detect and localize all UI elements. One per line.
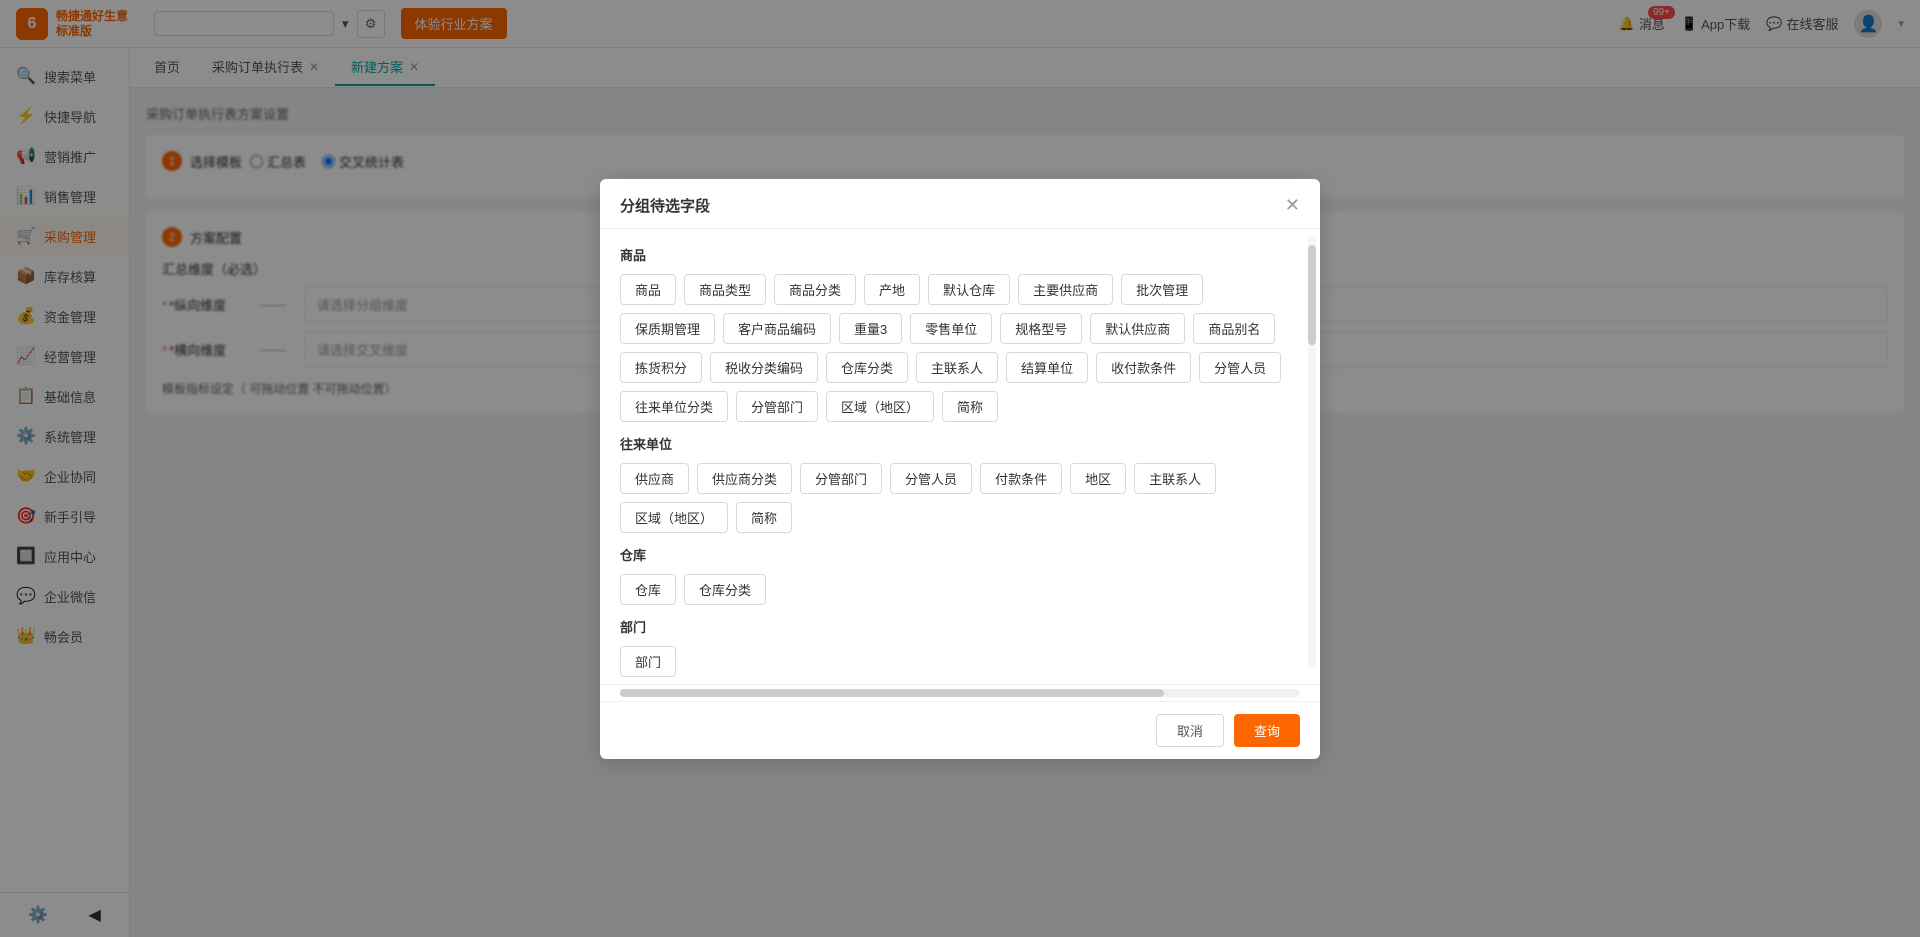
h-scroll-thumb [620,689,1164,697]
modal-close-btn[interactable]: ✕ [1285,195,1300,216]
field-tag[interactable]: 规格型号 [1000,313,1082,344]
field-tag[interactable]: 默认供应商 [1090,313,1185,344]
field-tag[interactable]: 重量3 [839,313,902,344]
section-title-partner: 往来单位 [620,434,1300,453]
v-scrollbar[interactable] [1308,235,1316,669]
modal-overlay: 分组待选字段 ✕ 商品 商品 商品类型 商品分类 产地 默认仓库 主要供应商 批… [0,0,1920,937]
dept-fields: 部门 [620,646,1300,677]
modal-title: 分组待选字段 [620,195,710,216]
field-tag[interactable]: 零售单位 [910,313,992,344]
field-tag[interactable]: 保质期管理 [620,313,715,344]
field-tag[interactable]: 分管人员 [1199,352,1281,383]
field-tag[interactable]: 客户商品编码 [723,313,831,344]
field-tag[interactable]: 仓库分类 [826,352,908,383]
h-scroll-area [600,684,1320,701]
modal-body: 商品 商品 商品类型 商品分类 产地 默认仓库 主要供应商 批次管理 保质期管理… [600,229,1320,684]
field-tag[interactable]: 产地 [864,274,920,305]
field-selection-modal: 分组待选字段 ✕ 商品 商品 商品类型 商品分类 产地 默认仓库 主要供应商 批… [600,179,1320,759]
field-tag[interactable]: 简称 [736,502,792,533]
field-tag[interactable]: 商品分类 [774,274,856,305]
field-tag[interactable]: 商品 [620,274,676,305]
field-tag[interactable]: 简称 [942,391,998,422]
field-tag[interactable]: 分管人员 [890,463,972,494]
modal-header: 分组待选字段 ✕ [600,179,1320,229]
field-tag[interactable]: 主联系人 [916,352,998,383]
section-title-dept: 部门 [620,617,1300,636]
field-tag[interactable]: 主联系人 [1134,463,1216,494]
field-tag[interactable]: 地区 [1070,463,1126,494]
field-tag[interactable]: 区域（地区） [826,391,934,422]
field-tag[interactable]: 往来单位分类 [620,391,728,422]
field-tag[interactable]: 结算单位 [1006,352,1088,383]
goods-fields: 商品 商品类型 商品分类 产地 默认仓库 主要供应商 批次管理 保质期管理 客户… [620,274,1300,422]
cancel-button[interactable]: 取消 [1156,714,1224,747]
field-tag[interactable]: 仓库 [620,574,676,605]
field-tag[interactable]: 批次管理 [1121,274,1203,305]
field-tag[interactable]: 分管部门 [800,463,882,494]
section-title-goods: 商品 [620,245,1300,264]
field-tag[interactable]: 收付款条件 [1096,352,1191,383]
field-tag[interactable]: 部门 [620,646,676,677]
field-tag[interactable]: 区域（地区） [620,502,728,533]
h-scrollbar[interactable] [620,689,1300,697]
field-tag[interactable]: 仓库分类 [684,574,766,605]
warehouse-fields: 仓库 仓库分类 [620,574,1300,605]
field-tag[interactable]: 供应商 [620,463,689,494]
field-tag[interactable]: 付款条件 [980,463,1062,494]
section-title-warehouse: 仓库 [620,545,1300,564]
field-tag[interactable]: 分管部门 [736,391,818,422]
field-tag[interactable]: 主要供应商 [1018,274,1113,305]
field-tag[interactable]: 税收分类编码 [710,352,818,383]
field-tag[interactable]: 默认仓库 [928,274,1010,305]
partner-fields: 供应商 供应商分类 分管部门 分管人员 付款条件 地区 主联系人 区域（地区） … [620,463,1300,533]
modal-footer: 取消 查询 [600,701,1320,759]
field-tag[interactable]: 商品别名 [1193,313,1275,344]
v-scroll-thumb [1308,245,1316,345]
field-tag[interactable]: 拣货积分 [620,352,702,383]
field-tag[interactable]: 供应商分类 [697,463,792,494]
confirm-button[interactable]: 查询 [1234,714,1300,747]
field-tag[interactable]: 商品类型 [684,274,766,305]
